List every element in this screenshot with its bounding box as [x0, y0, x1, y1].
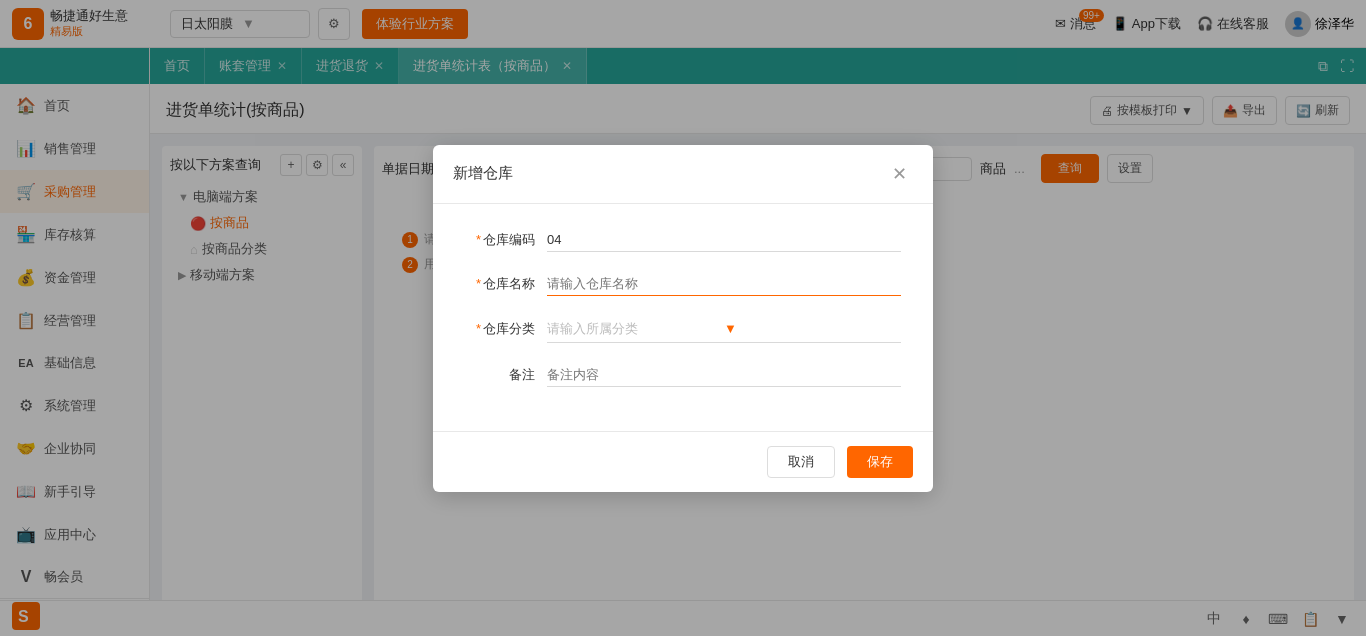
remark-input[interactable]	[547, 363, 901, 387]
modal-overlay[interactable]: 新增仓库 ✕ 仓库编码 仓库名称 仓库分类 请输入所属分类 ▼	[0, 0, 1366, 600]
form-row-remark: 备注	[465, 363, 901, 387]
code-input[interactable]	[547, 228, 901, 252]
category-select[interactable]: 请输入所属分类 ▼	[547, 316, 901, 343]
save-button[interactable]: 保存	[847, 446, 913, 478]
remark-label: 备注	[465, 366, 535, 384]
form-row-code: 仓库编码	[465, 228, 901, 252]
dialog-close-button[interactable]: ✕	[886, 161, 913, 187]
dialog-header: 新增仓库 ✕	[433, 145, 933, 204]
name-label: 仓库名称	[465, 275, 535, 293]
category-label: 仓库分类	[465, 320, 535, 338]
dialog-body: 仓库编码 仓库名称 仓库分类 请输入所属分类 ▼ 备注	[433, 204, 933, 431]
form-row-category: 仓库分类 请输入所属分类 ▼	[465, 316, 901, 343]
category-arrow-icon: ▼	[724, 321, 901, 336]
dialog-footer: 取消 保存	[433, 431, 933, 492]
form-row-name: 仓库名称	[465, 272, 901, 296]
name-input[interactable]	[547, 272, 901, 296]
code-label: 仓库编码	[465, 231, 535, 249]
cancel-button[interactable]: 取消	[767, 446, 835, 478]
dialog-title: 新增仓库	[453, 164, 886, 183]
add-warehouse-dialog: 新增仓库 ✕ 仓库编码 仓库名称 仓库分类 请输入所属分类 ▼	[433, 145, 933, 492]
category-placeholder: 请输入所属分类	[547, 320, 724, 338]
